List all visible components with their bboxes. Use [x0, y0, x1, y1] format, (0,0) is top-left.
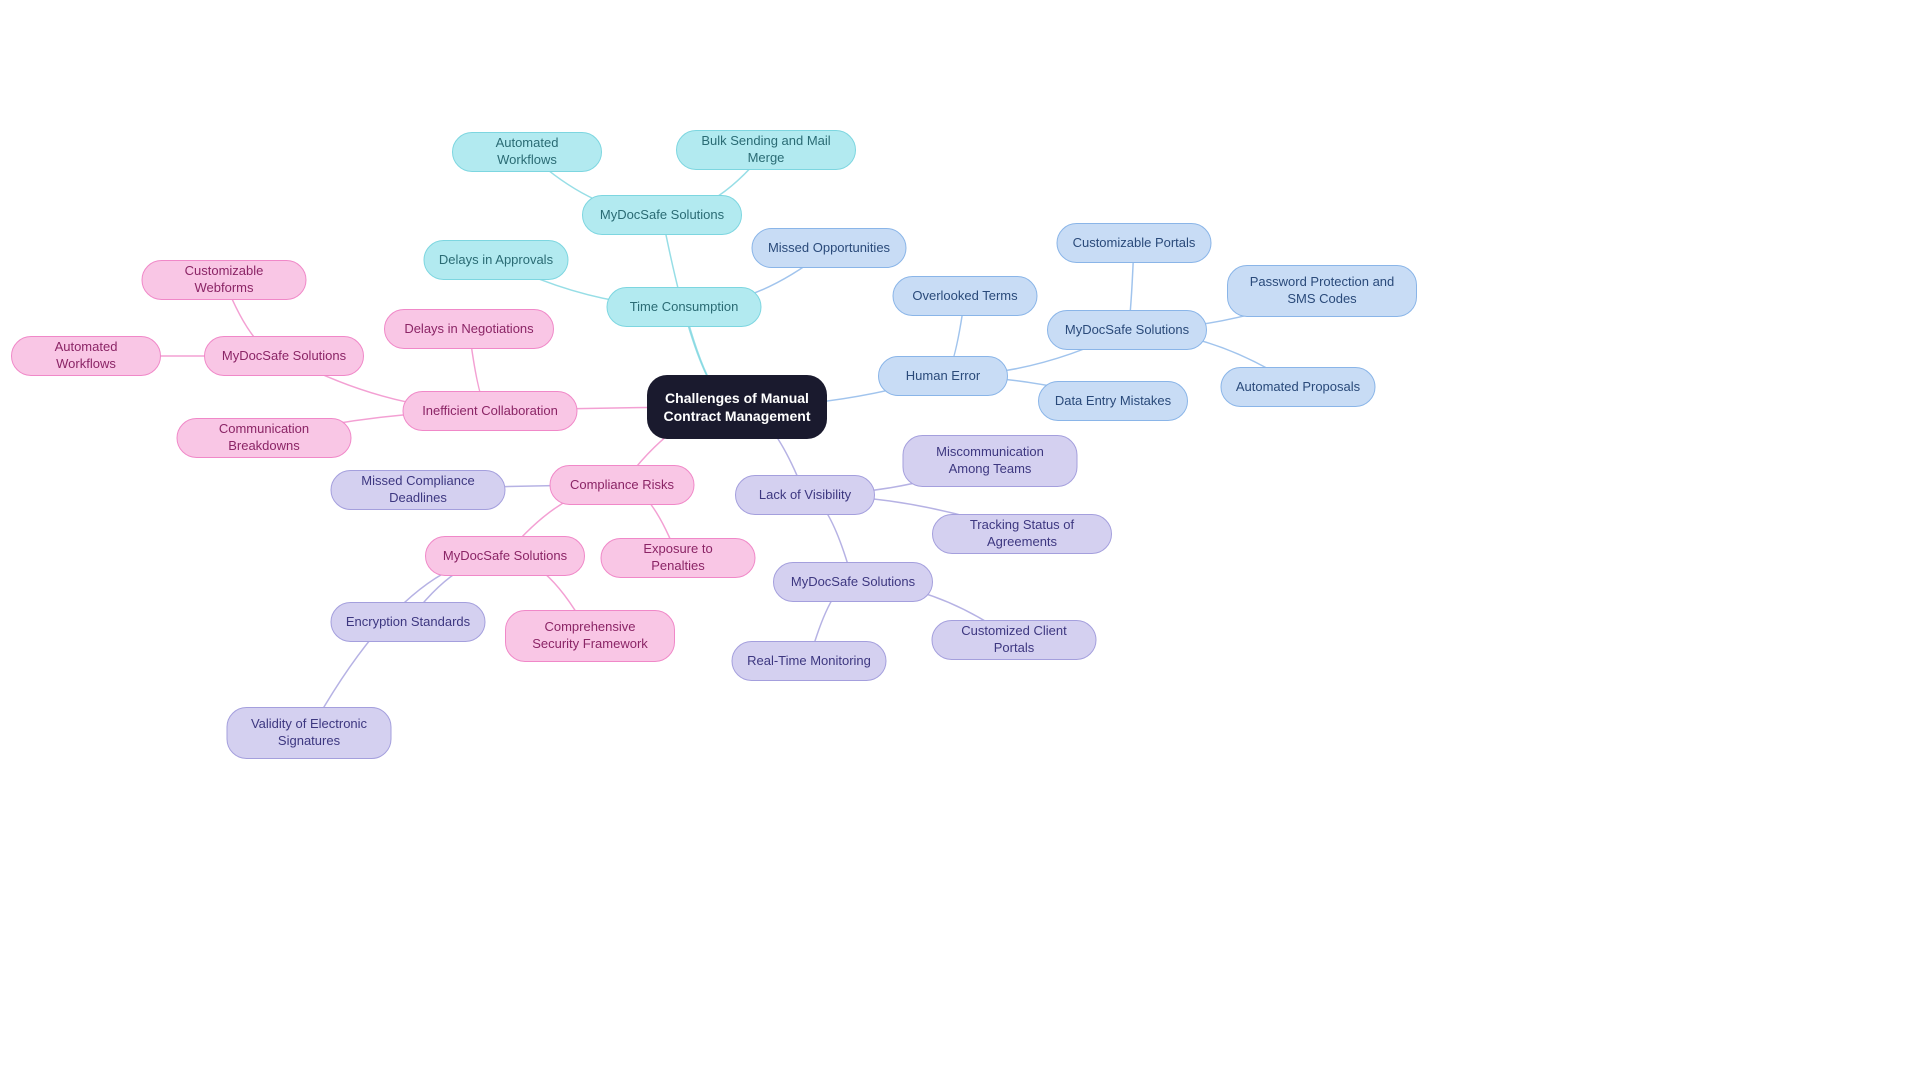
- node-customizable_webforms: Customizable Webforms: [142, 260, 307, 300]
- node-delays_negotiations: Delays in Negotiations: [384, 309, 554, 349]
- node-inefficient_collab: Inefficient Collaboration: [403, 391, 578, 431]
- node-encryption_standards: Encryption Standards: [331, 602, 486, 642]
- mindmap-container: Challenges of Manual Contract Management…: [0, 0, 1920, 1083]
- node-mydocsafe_solutions_pink: MyDocSafe Solutions: [204, 336, 364, 376]
- node-exposure_penalties: Exposure to Penalties: [601, 538, 756, 578]
- node-missed_compliance: Missed Compliance Deadlines: [331, 470, 506, 510]
- node-automated_proposals: Automated Proposals: [1221, 367, 1376, 407]
- node-mydocsafe_solutions_visibility: MyDocSafe Solutions: [773, 562, 933, 602]
- node-bulk_sending: Bulk Sending and Mail Merge: [676, 130, 856, 170]
- node-compliance_risks: Compliance Risks: [550, 465, 695, 505]
- node-automated_workflows_top: Automated Workflows: [452, 132, 602, 172]
- node-mydocsafe_solutions_cyan: MyDocSafe Solutions: [582, 195, 742, 235]
- node-real_time_monitoring: Real-Time Monitoring: [732, 641, 887, 681]
- node-automated_workflows_left: Automated Workflows: [11, 336, 161, 376]
- node-miscommunication: Miscommunication Among Teams: [903, 435, 1078, 487]
- node-mydocsafe_solutions_compliance: MyDocSafe Solutions: [425, 536, 585, 576]
- node-mydocsafe_solutions_security: MyDocSafe Solutions: [1047, 310, 1207, 350]
- node-center: Challenges of Manual Contract Management: [647, 375, 827, 439]
- node-delays_in_approvals: Delays in Approvals: [424, 240, 569, 280]
- node-data_entry_mistakes: Data Entry Mistakes: [1038, 381, 1188, 421]
- node-time_consumption: Time Consumption: [607, 287, 762, 327]
- node-validity_esig: Validity of Electronic Signatures: [227, 707, 392, 759]
- node-missed_opportunities: Missed Opportunities: [752, 228, 907, 268]
- node-comprehensive_security: Comprehensive Security Framework: [505, 610, 675, 662]
- node-human_error: Human Error: [878, 356, 1008, 396]
- node-customizable_portals: Customizable Portals: [1057, 223, 1212, 263]
- node-password_protection: Password Protection and SMS Codes: [1227, 265, 1417, 317]
- node-lack_visibility: Lack of Visibility: [735, 475, 875, 515]
- node-overlooked_terms: Overlooked Terms: [893, 276, 1038, 316]
- node-tracking_status: Tracking Status of Agreements: [932, 514, 1112, 554]
- node-customized_portals: Customized Client Portals: [932, 620, 1097, 660]
- node-communication_breakdowns: Communication Breakdowns: [177, 418, 352, 458]
